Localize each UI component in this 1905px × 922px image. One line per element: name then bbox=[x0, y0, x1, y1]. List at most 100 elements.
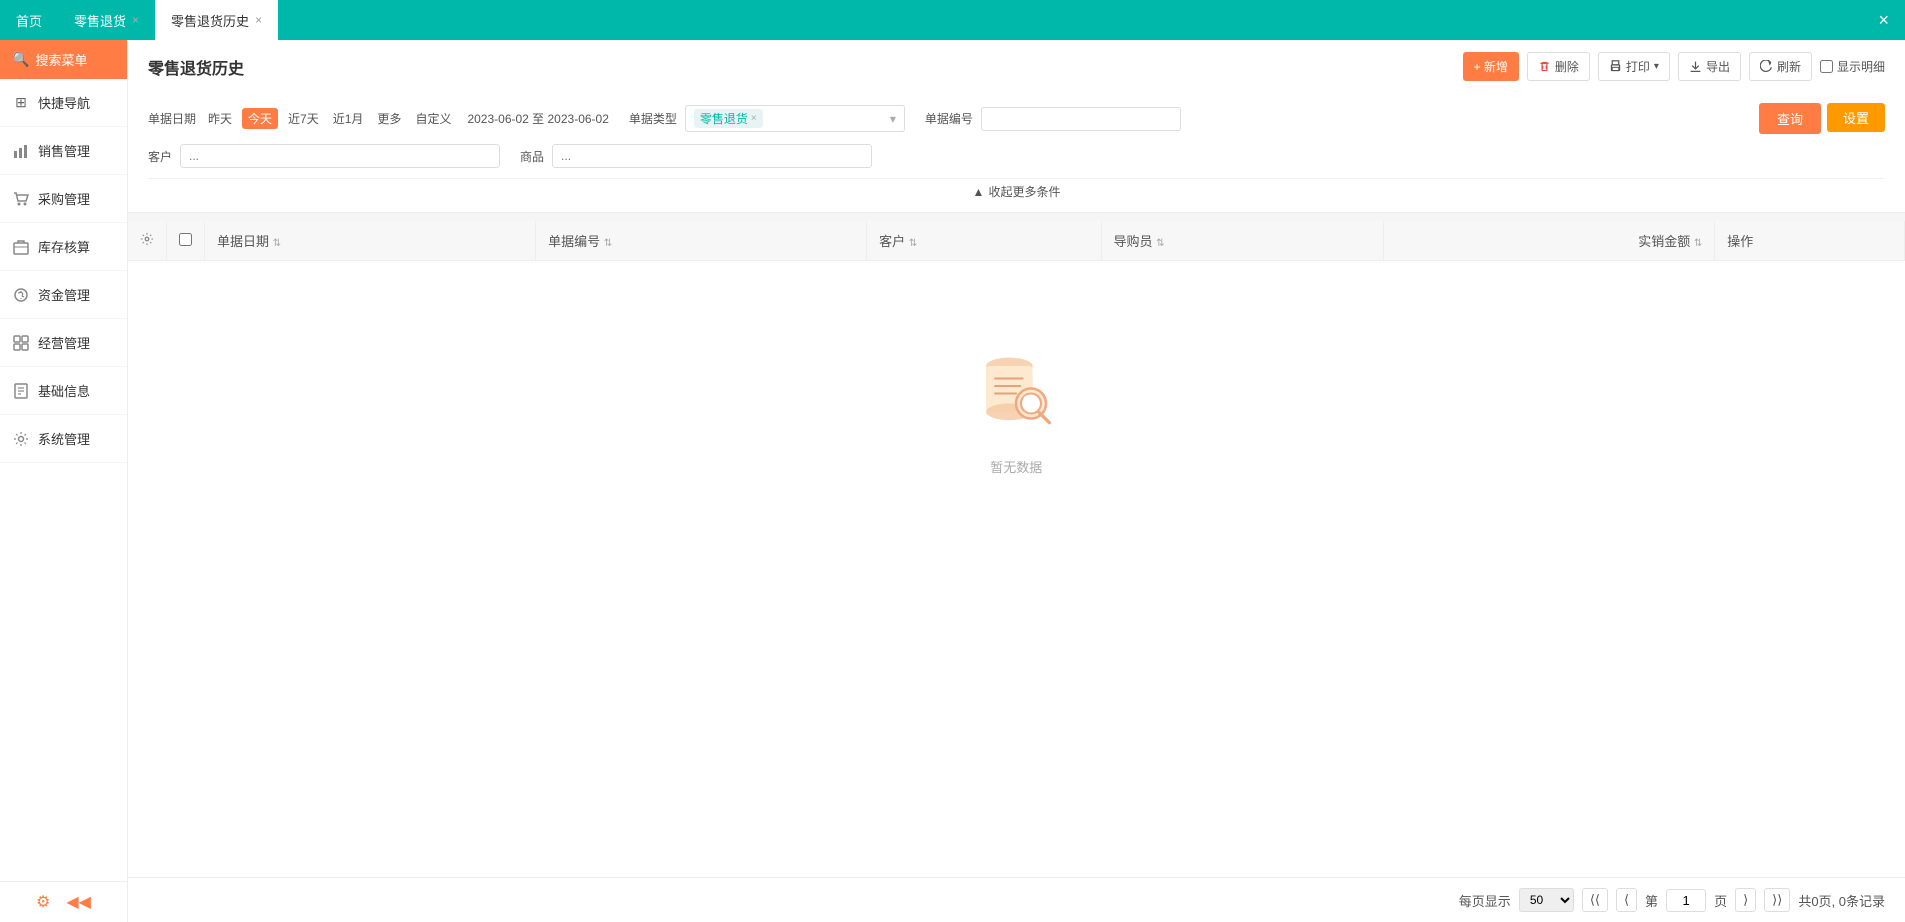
show-detail-checkbox-label[interactable]: 显示明细 bbox=[1820, 58, 1885, 75]
date-btn-yesterday[interactable]: 昨天 bbox=[204, 108, 236, 129]
page-size-label: 每页显示 bbox=[1459, 891, 1511, 910]
page-prefix: 第 bbox=[1645, 891, 1658, 910]
settings-icon[interactable]: ⚙ bbox=[36, 892, 50, 912]
export-button[interactable]: 导出 bbox=[1678, 52, 1741, 81]
empty-row: 暂无数据 bbox=[128, 261, 1905, 557]
col-guide[interactable]: 导购员 ⇅ bbox=[1101, 221, 1384, 261]
new-button[interactable]: + 新增 bbox=[1463, 52, 1519, 81]
filter-row-2: 客户 商品 bbox=[148, 144, 1885, 168]
sidebar-search[interactable]: 🔍 搜索菜单 bbox=[0, 40, 127, 79]
customer-input[interactable] bbox=[180, 144, 500, 168]
table-header-row: 单据日期 ⇅ 单据编号 ⇅ 客户 ⇅ 导购员 bbox=[128, 221, 1905, 261]
sidebar-item-finance-label: 资金管理 bbox=[38, 285, 90, 304]
col-number-sort: ⇅ bbox=[604, 238, 612, 249]
refresh-label: 刷新 bbox=[1777, 58, 1801, 75]
goods-filter-group: 商品 bbox=[520, 144, 872, 168]
col-action-label: 操作 bbox=[1727, 234, 1753, 249]
top-bar: 首页 零售退货 × 零售退货历史 × × bbox=[0, 0, 1905, 40]
col-number[interactable]: 单据编号 ⇅ bbox=[536, 221, 867, 261]
print-label: 打印 bbox=[1626, 58, 1650, 75]
show-detail-checkbox[interactable] bbox=[1820, 60, 1833, 73]
search-icon: 🔍 bbox=[12, 51, 29, 68]
window-close-button[interactable]: × bbox=[1878, 10, 1905, 31]
date-btn-today[interactable]: 今天 bbox=[242, 108, 278, 129]
sidebar-item-operations[interactable]: 经营管理 bbox=[0, 319, 127, 367]
refresh-button[interactable]: 刷新 bbox=[1749, 52, 1812, 81]
sidebar-item-operations-label: 经营管理 bbox=[38, 333, 90, 352]
total-info: 共0页, 0条记录 bbox=[1798, 891, 1885, 910]
sidebar-item-system-mgmt[interactable]: 系统管理 bbox=[0, 415, 127, 463]
col-amount[interactable]: 实销金额 ⇅ bbox=[1384, 221, 1715, 261]
basic-info-icon bbox=[12, 382, 30, 400]
print-button[interactable]: 打印 ▾ bbox=[1598, 52, 1670, 81]
sidebar-item-finance[interactable]: 资金管理 bbox=[0, 271, 127, 319]
page-number-input[interactable] bbox=[1666, 889, 1706, 912]
date-btn-custom[interactable]: 自定义 bbox=[411, 108, 455, 129]
date-filter-group: 单据日期 昨天 今天 近7天 近1月 更多 自定义 2023-06-02 至 2… bbox=[148, 108, 609, 129]
delete-label: 删除 bbox=[1555, 58, 1579, 75]
sidebar-nav: ⊞ 快捷导航 销售管理 采购管理 库存核算 bbox=[0, 79, 127, 881]
content-area: 零售退货历史 + 新增 删除 打印 ▾ 导出 bbox=[128, 40, 1905, 922]
col-date[interactable]: 单据日期 ⇅ bbox=[205, 221, 536, 261]
main-layout: 🔍 搜索菜单 ⊞ 快捷导航 销售管理 采购管理 bbox=[0, 40, 1905, 922]
query-button[interactable]: 查询 bbox=[1759, 103, 1821, 134]
filter-area: 单据日期 昨天 今天 近7天 近1月 更多 自定义 2023-06-02 至 2… bbox=[148, 93, 1885, 212]
empty-state-icon bbox=[966, 341, 1066, 441]
collapse-label: 收起更多条件 bbox=[988, 183, 1060, 200]
page-size-select[interactable]: 50 10 20 100 bbox=[1519, 888, 1574, 912]
sidebar-item-sales-mgmt[interactable]: 销售管理 bbox=[0, 127, 127, 175]
col-guide-label: 导购员 bbox=[1114, 234, 1153, 249]
select-all-checkbox[interactable] bbox=[179, 233, 192, 246]
tab-retail-return-history-label: 零售退货历史 bbox=[171, 11, 249, 30]
col-number-label: 单据编号 bbox=[548, 234, 600, 249]
sidebar-item-inventory[interactable]: 库存核算 bbox=[0, 223, 127, 271]
voucher-number-label: 单据编号 bbox=[925, 110, 973, 127]
date-range-display: 2023-06-02 至 2023-06-02 bbox=[467, 110, 608, 127]
voucher-type-input[interactable]: 零售退货 × ▾ bbox=[685, 105, 905, 132]
customer-filter-group: 客户 bbox=[148, 144, 500, 168]
page-unit: 页 bbox=[1714, 891, 1727, 910]
voucher-number-filter-group: 单据编号 bbox=[925, 107, 1181, 131]
export-label: 导出 bbox=[1706, 58, 1730, 75]
sidebar-item-sales-mgmt-label: 销售管理 bbox=[38, 141, 90, 160]
table-checkbox-col[interactable] bbox=[167, 221, 205, 261]
col-date-label: 单据日期 bbox=[217, 234, 269, 249]
speaker-icon[interactable]: ◀◀ bbox=[66, 892, 91, 912]
purchase-mgmt-icon bbox=[12, 190, 30, 208]
col-customer-label: 客户 bbox=[879, 234, 905, 249]
voucher-type-tag-close[interactable]: × bbox=[751, 113, 757, 124]
voucher-type-label: 单据类型 bbox=[629, 110, 677, 127]
first-page-button[interactable]: ⟨⟨ bbox=[1582, 888, 1608, 912]
tab-retail-return-close[interactable]: × bbox=[132, 13, 139, 27]
prev-page-button[interactable]: ⟨ bbox=[1616, 888, 1637, 912]
voucher-type-filter-group: 单据类型 零售退货 × ▾ bbox=[629, 105, 905, 132]
sidebar-item-quick-nav-label: 快捷导航 bbox=[38, 93, 90, 112]
voucher-number-input[interactable] bbox=[981, 107, 1181, 131]
next-page-button[interactable]: ⟩ bbox=[1735, 888, 1756, 912]
last-page-button[interactable]: ⟩⟩ bbox=[1764, 888, 1790, 912]
voucher-type-tag-label: 零售退货 bbox=[700, 110, 748, 127]
tab-retail-return[interactable]: 零售退货 × bbox=[58, 0, 155, 40]
inventory-icon bbox=[12, 238, 30, 256]
goods-input[interactable] bbox=[552, 144, 872, 168]
date-btn-more[interactable]: 更多 bbox=[373, 108, 405, 129]
sidebar-item-purchase-mgmt-label: 采购管理 bbox=[38, 189, 90, 208]
sidebar-item-basic-info[interactable]: 基础信息 bbox=[0, 367, 127, 415]
collapse-button[interactable]: ▲ 收起更多条件 bbox=[148, 178, 1885, 204]
table-body: 暂无数据 bbox=[128, 261, 1905, 557]
sidebar-item-purchase-mgmt[interactable]: 采购管理 bbox=[0, 175, 127, 223]
date-btn-7days[interactable]: 近7天 bbox=[284, 108, 323, 129]
col-customer-sort: ⇅ bbox=[909, 238, 917, 249]
settings-button[interactable]: 设置 bbox=[1827, 103, 1885, 132]
delete-button[interactable]: 删除 bbox=[1527, 52, 1590, 81]
sidebar-bottom: ⚙ ◀◀ bbox=[0, 881, 127, 922]
tab-retail-return-history-close[interactable]: × bbox=[255, 13, 262, 27]
tab-retail-return-history[interactable]: 零售退货历史 × bbox=[155, 0, 278, 40]
system-mgmt-icon bbox=[12, 430, 30, 448]
tab-home[interactable]: 首页 bbox=[0, 0, 58, 40]
date-btn-1month[interactable]: 近1月 bbox=[329, 108, 368, 129]
table-settings-col[interactable] bbox=[128, 221, 167, 261]
empty-state: 暂无数据 bbox=[128, 261, 1905, 556]
col-customer[interactable]: 客户 ⇅ bbox=[867, 221, 1101, 261]
sidebar-item-quick-nav[interactable]: ⊞ 快捷导航 bbox=[0, 79, 127, 127]
